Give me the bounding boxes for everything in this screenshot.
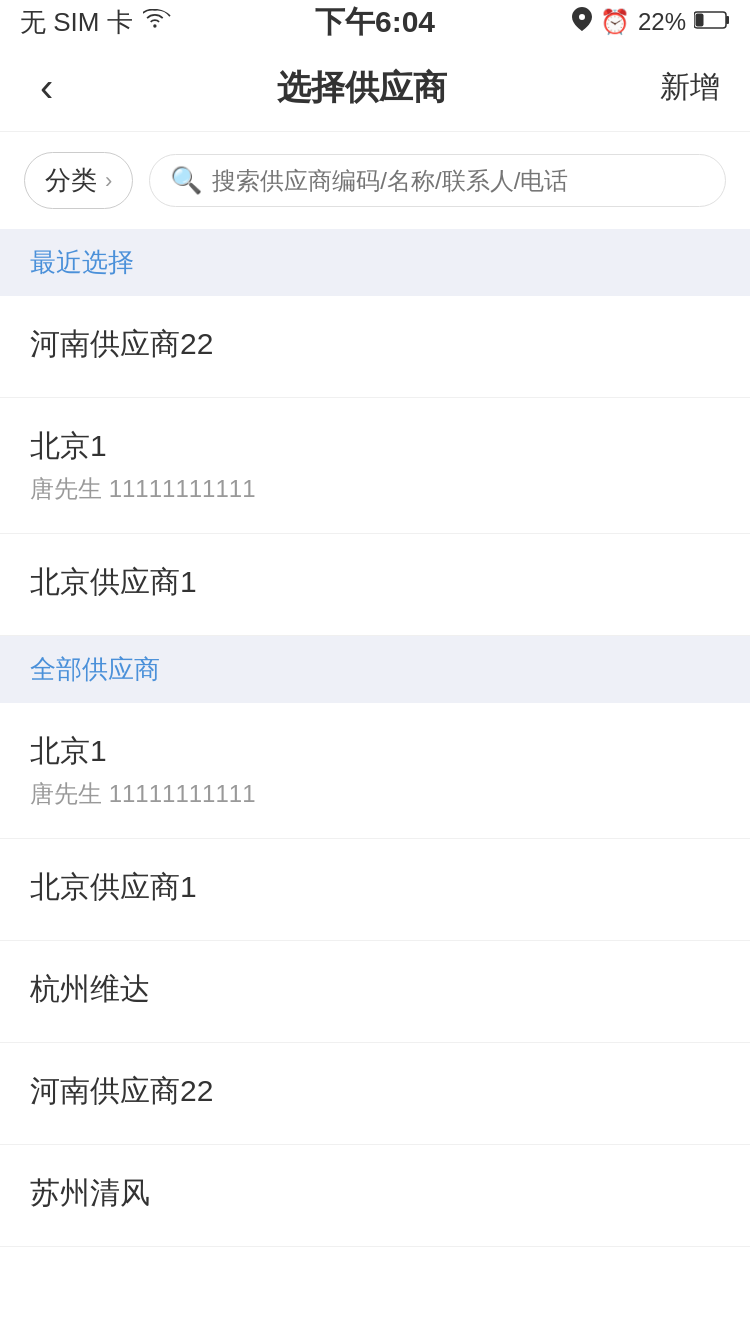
list-item[interactable]: 河南供应商22	[0, 1043, 750, 1145]
item-contact: 唐先生 11111111111	[30, 778, 720, 810]
recent-list: 河南供应商22 北京1 唐先生 11111111111 北京供应商1	[0, 296, 750, 636]
item-name: 北京1	[30, 731, 720, 772]
list-item[interactable]: 北京供应商1	[0, 534, 750, 636]
svg-rect-2	[696, 14, 704, 27]
battery-label: 22%	[638, 8, 686, 36]
all-section-header: 全部供应商	[0, 636, 750, 703]
item-contact: 唐先生 11111111111	[30, 473, 720, 505]
all-section-label: 全部供应商	[30, 654, 160, 684]
status-right: ⏰ 22%	[572, 7, 730, 37]
list-item[interactable]: 北京供应商1	[0, 839, 750, 941]
carrier-label: 无 SIM 卡	[20, 5, 133, 40]
wifi-icon	[143, 7, 171, 38]
status-bar: 无 SIM 卡 下午6:04 ⏰ 22%	[0, 0, 750, 44]
status-time: 下午6:04	[315, 2, 435, 43]
chevron-right-icon: ›	[105, 168, 112, 194]
list-item[interactable]: 杭州维达	[0, 941, 750, 1043]
location-icon	[572, 7, 592, 37]
filter-bar: 分类 › 🔍	[0, 132, 750, 229]
recent-section-label: 最近选择	[30, 247, 134, 277]
item-name: 河南供应商22	[30, 1071, 720, 1112]
nav-bar: ‹ 选择供应商 新增	[0, 44, 750, 132]
search-icon: 🔍	[170, 165, 202, 196]
search-bar: 🔍	[149, 154, 726, 207]
back-button[interactable]: ‹	[30, 55, 63, 120]
item-name: 杭州维达	[30, 969, 720, 1010]
all-list: 北京1 唐先生 11111111111 北京供应商1 杭州维达河南供应商22 苏州清风	[0, 703, 750, 1247]
list-item[interactable]: 北京1 唐先生 11111111111	[0, 398, 750, 534]
page-title: 选择供应商	[277, 65, 447, 111]
list-item[interactable]: 河南供应商22	[0, 296, 750, 398]
search-input[interactable]	[212, 167, 705, 195]
list-item[interactable]: 苏州清风	[0, 1145, 750, 1247]
list-item[interactable]: 北京1 唐先生 11111111111	[0, 703, 750, 839]
item-name: 北京供应商1	[30, 867, 720, 908]
item-name: 北京供应商1	[30, 562, 720, 603]
alarm-icon: ⏰	[600, 8, 630, 36]
category-button[interactable]: 分类 ›	[24, 152, 133, 209]
status-left: 无 SIM 卡	[20, 5, 171, 40]
category-label: 分类	[45, 163, 97, 198]
item-name: 河南供应商22	[30, 324, 720, 365]
recent-section-header: 最近选择	[0, 229, 750, 296]
item-name: 北京1	[30, 426, 720, 467]
item-name: 苏州清风	[30, 1173, 720, 1214]
add-button[interactable]: 新增	[660, 67, 720, 108]
battery-icon	[694, 8, 730, 36]
svg-rect-1	[726, 16, 729, 24]
